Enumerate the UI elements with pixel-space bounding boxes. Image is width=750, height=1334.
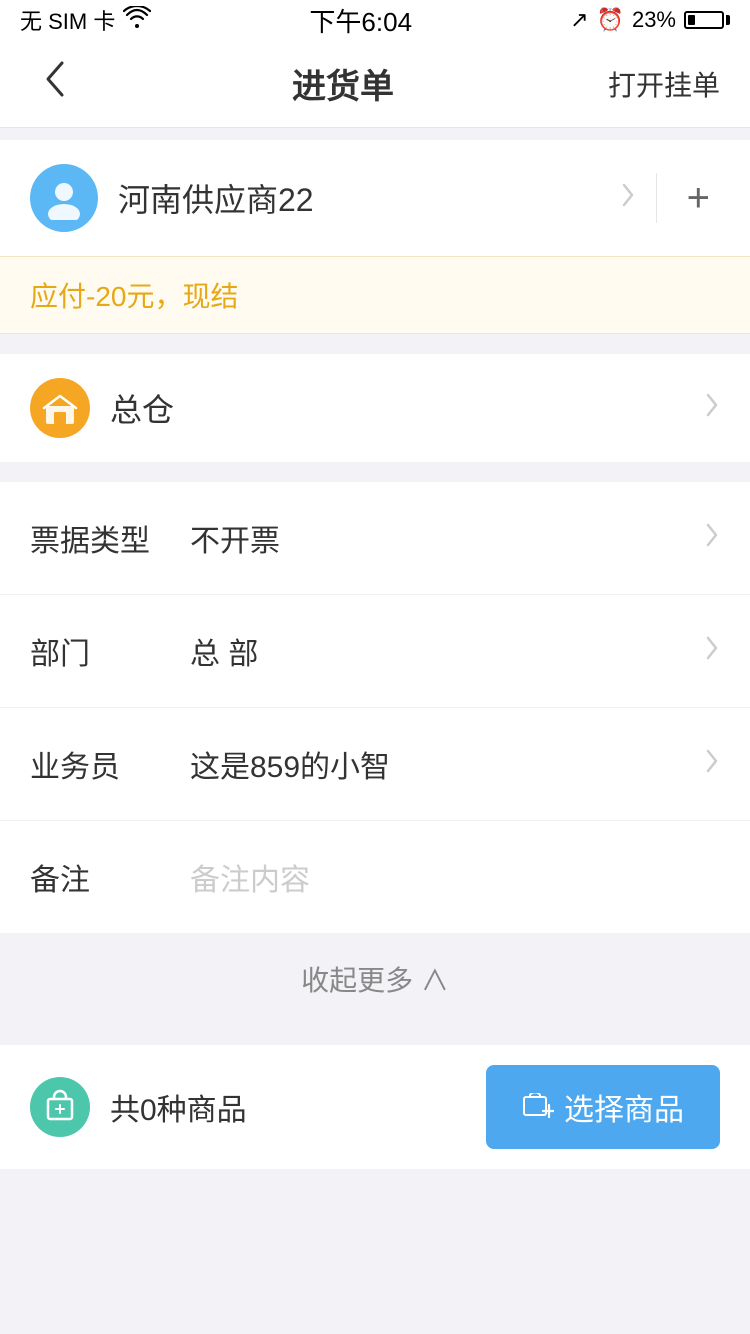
- status-right: ↗ ⏰ 23%: [570, 7, 730, 33]
- remark-row[interactable]: 备注 备注内容: [0, 821, 750, 933]
- alarm-icon: ⏰: [597, 7, 624, 33]
- salesperson-chevron: [704, 747, 720, 782]
- content-area: 河南供应商22 + 应付-20元，现结 总仓: [0, 140, 750, 1169]
- invoice-type-chevron: [704, 521, 720, 556]
- supplier-section: 河南供应商22 + 应付-20元，现结: [0, 140, 750, 334]
- product-count: 共0种商品: [110, 1085, 486, 1129]
- collapse-bar[interactable]: 收起更多 ∧: [0, 933, 750, 1025]
- battery-icon: [684, 11, 730, 29]
- notice-bar: 应付-20元，现结: [0, 256, 750, 334]
- time-label: 下午6:04: [309, 2, 412, 39]
- warehouse-chevron-icon: [704, 391, 720, 426]
- page-title: 进货单: [292, 59, 394, 108]
- status-left: 无 SIM 卡: [20, 4, 151, 36]
- supplier-name: 河南供应商22: [118, 175, 620, 221]
- salesperson-row[interactable]: 业务员 这是859的小智: [0, 708, 750, 821]
- warehouse-name: 总仓: [110, 385, 704, 431]
- supplier-avatar: [30, 164, 98, 232]
- battery-percent: 23%: [632, 7, 676, 33]
- open-pending-button[interactable]: 打开挂单: [608, 64, 720, 104]
- carrier-label: 无 SIM 卡: [20, 4, 115, 36]
- location-icon: ↗: [570, 7, 588, 33]
- invoice-type-label: 票据类型: [30, 516, 190, 560]
- warehouse-icon: [30, 378, 90, 438]
- supplier-divider: [656, 173, 657, 223]
- product-icon: [30, 1077, 90, 1137]
- remark-input[interactable]: 备注内容: [190, 855, 720, 899]
- nav-bar: 进货单 打开挂单: [0, 40, 750, 128]
- wifi-icon: [123, 6, 151, 34]
- salesperson-label: 业务员: [30, 742, 190, 786]
- select-product-label: 选择商品: [564, 1085, 684, 1129]
- department-value: 总 部: [190, 629, 694, 673]
- add-supplier-button[interactable]: +: [677, 176, 720, 221]
- supplier-row[interactable]: 河南供应商22 +: [0, 140, 750, 256]
- remark-label: 备注: [30, 855, 190, 899]
- form-section: 票据类型 不开票 部门 总 部 业务员 这是859的小智: [0, 482, 750, 933]
- invoice-type-value: 不开票: [190, 516, 694, 560]
- invoice-type-row[interactable]: 票据类型 不开票: [0, 482, 750, 595]
- department-chevron: [704, 634, 720, 669]
- product-bar: 共0种商品 选择商品: [0, 1045, 750, 1169]
- supplier-chevron-icon: [620, 181, 636, 216]
- warehouse-row[interactable]: 总仓: [0, 354, 750, 462]
- status-bar: 无 SIM 卡 下午6:04 ↗ ⏰ 23%: [0, 0, 750, 40]
- back-button[interactable]: [30, 47, 78, 120]
- select-product-button[interactable]: 选择商品: [486, 1065, 720, 1149]
- warehouse-section: 总仓: [0, 354, 750, 462]
- salesperson-value: 这是859的小智: [190, 742, 694, 786]
- department-label: 部门: [30, 629, 190, 673]
- department-row[interactable]: 部门 总 部: [0, 595, 750, 708]
